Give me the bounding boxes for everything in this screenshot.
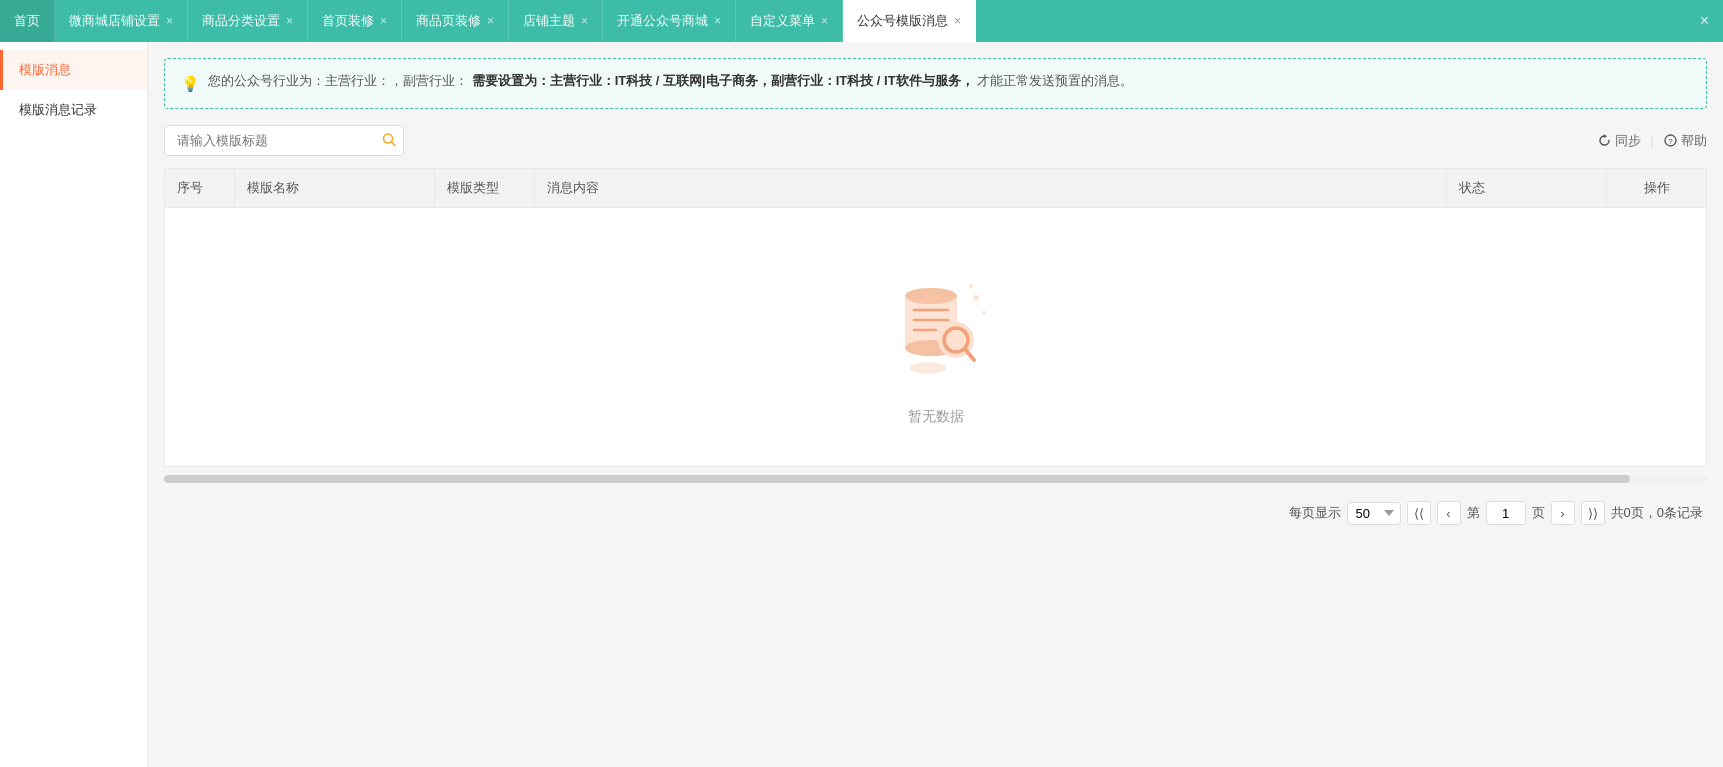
close-icon-productpage[interactable]: × (487, 14, 494, 28)
nav-tab-homepage-label: 首页装修 (322, 12, 374, 30)
table-header-row: 序号 模版名称 模版类型 消息内容 状态 操作 (165, 169, 1707, 208)
svg-line-1 (392, 142, 396, 146)
col-header-status: 状态 (1447, 169, 1607, 208)
col-header-name: 模版名称 (235, 169, 435, 208)
sync-icon (1598, 134, 1611, 147)
banner-highlight: 需要设置为：主营行业：IT科技 / 互联网|电子商务，副营行业：IT科技 / I… (472, 73, 974, 88)
search-input[interactable] (164, 125, 404, 156)
close-all-button[interactable]: × (1686, 0, 1723, 42)
svg-point-19 (910, 362, 946, 374)
close-icon-templatemsg[interactable]: × (954, 14, 961, 28)
nav-tab-weshop[interactable]: 微商城店铺设置 × (55, 0, 188, 42)
top-nav: 首页 微商城店铺设置 × 商品分类设置 × 首页装修 × 商品页装修 × 店铺主… (0, 0, 1723, 42)
banner-prefix: 您的公众号行业为：主营行业：，副营行业： (208, 73, 468, 88)
last-page-button[interactable]: ⟩⟩ (1581, 501, 1605, 525)
svg-point-18 (969, 284, 973, 288)
help-icon: ? (1664, 134, 1677, 147)
search-button[interactable] (382, 132, 396, 149)
nav-tab-homepage[interactable]: 首页装修 × (308, 0, 402, 42)
nav-tab-home[interactable]: 首页 (0, 0, 55, 42)
nav-tab-wxshop-label: 开通公众号商城 (617, 12, 708, 30)
search-bar: 同步 | ? 帮助 (164, 125, 1707, 156)
empty-state: 暂无数据 (165, 208, 1706, 466)
prev-page-button[interactable]: ‹ (1437, 501, 1461, 525)
empty-icon (876, 268, 996, 388)
svg-text:?: ? (1668, 137, 1673, 146)
info-banner: 💡 您的公众号行业为：主营行业：，副营行业： 需要设置为：主营行业：IT科技 /… (164, 58, 1707, 109)
sidebar: 模版消息 模版消息记录 (0, 42, 148, 767)
page-size-select[interactable]: 50 10 20 100 (1347, 502, 1401, 525)
divider: | (1651, 133, 1654, 148)
close-icon-weshop[interactable]: × (166, 14, 173, 28)
total-label: 共0页，0条记录 (1611, 504, 1703, 522)
close-icon-wxshop[interactable]: × (714, 14, 721, 28)
svg-point-8 (905, 288, 957, 304)
banner-suffix: 才能正常发送预置的消息。 (977, 73, 1133, 88)
page-suffix: 页 (1532, 504, 1545, 522)
col-header-index: 序号 (165, 169, 235, 208)
close-icon-homepage[interactable]: × (380, 14, 387, 28)
scroll-thumb[interactable] (164, 475, 1630, 483)
nav-tab-custommenu[interactable]: 自定义菜单 × (736, 0, 843, 42)
page-prefix: 第 (1467, 504, 1480, 522)
nav-tab-productpage[interactable]: 商品页装修 × (402, 0, 509, 42)
nav-tab-home-label: 首页 (14, 12, 40, 30)
table-empty-row: 暂无数据 (165, 208, 1707, 467)
bulb-icon: 💡 (181, 72, 200, 96)
page-number-input[interactable] (1486, 501, 1526, 525)
col-header-content: 消息内容 (535, 169, 1447, 208)
sidebar-item-template[interactable]: 模版消息 (0, 50, 147, 90)
help-button[interactable]: ? 帮助 (1664, 132, 1707, 150)
search-input-wrapper (164, 125, 404, 156)
nav-tab-shoptheme[interactable]: 店铺主题 × (509, 0, 603, 42)
col-header-action: 操作 (1607, 169, 1707, 208)
close-icon-shoptheme[interactable]: × (581, 14, 588, 28)
pagination: 每页显示 50 10 20 100 ⟨⟨ ‹ 第 页 › ⟩⟩ 共0页，0条记录 (164, 491, 1707, 535)
nav-tab-shoptheme-label: 店铺主题 (523, 12, 575, 30)
main-layout: 模版消息 模版消息记录 💡 您的公众号行业为：主营行业：，副营行业： 需要设置为… (0, 42, 1723, 767)
page-size-label: 每页显示 (1289, 504, 1341, 522)
nav-tab-templatemsg[interactable]: 公众号模版消息 × (843, 0, 976, 42)
nav-tab-weshop-label: 微商城店铺设置 (69, 12, 160, 30)
content-area: 💡 您的公众号行业为：主营行业：，副营行业： 需要设置为：主营行业：IT科技 /… (148, 42, 1723, 767)
sidebar-item-template-log[interactable]: 模版消息记录 (0, 90, 147, 130)
first-page-button[interactable]: ⟨⟨ (1407, 501, 1431, 525)
nav-tab-category[interactable]: 商品分类设置 × (188, 0, 308, 42)
nav-tab-wxshop[interactable]: 开通公众号商城 × (603, 0, 736, 42)
next-page-button[interactable]: › (1551, 501, 1575, 525)
nav-tab-category-label: 商品分类设置 (202, 12, 280, 30)
nav-tab-custommenu-label: 自定义菜单 (750, 12, 815, 30)
horizontal-scrollbar[interactable] (164, 475, 1707, 483)
data-table: 序号 模版名称 模版类型 消息内容 状态 操作 (164, 168, 1707, 467)
svg-point-17 (982, 311, 986, 315)
nav-tab-productpage-label: 商品页装修 (416, 12, 481, 30)
sync-button[interactable]: 同步 (1598, 132, 1641, 150)
empty-state-text: 暂无数据 (185, 408, 1686, 426)
svg-point-16 (973, 295, 979, 301)
col-header-type: 模版类型 (435, 169, 535, 208)
toolbar-right: 同步 | ? 帮助 (1598, 132, 1707, 150)
close-icon-custommenu[interactable]: × (821, 14, 828, 28)
close-icon-category[interactable]: × (286, 14, 293, 28)
nav-tab-templatemsg-label: 公众号模版消息 (857, 12, 948, 30)
